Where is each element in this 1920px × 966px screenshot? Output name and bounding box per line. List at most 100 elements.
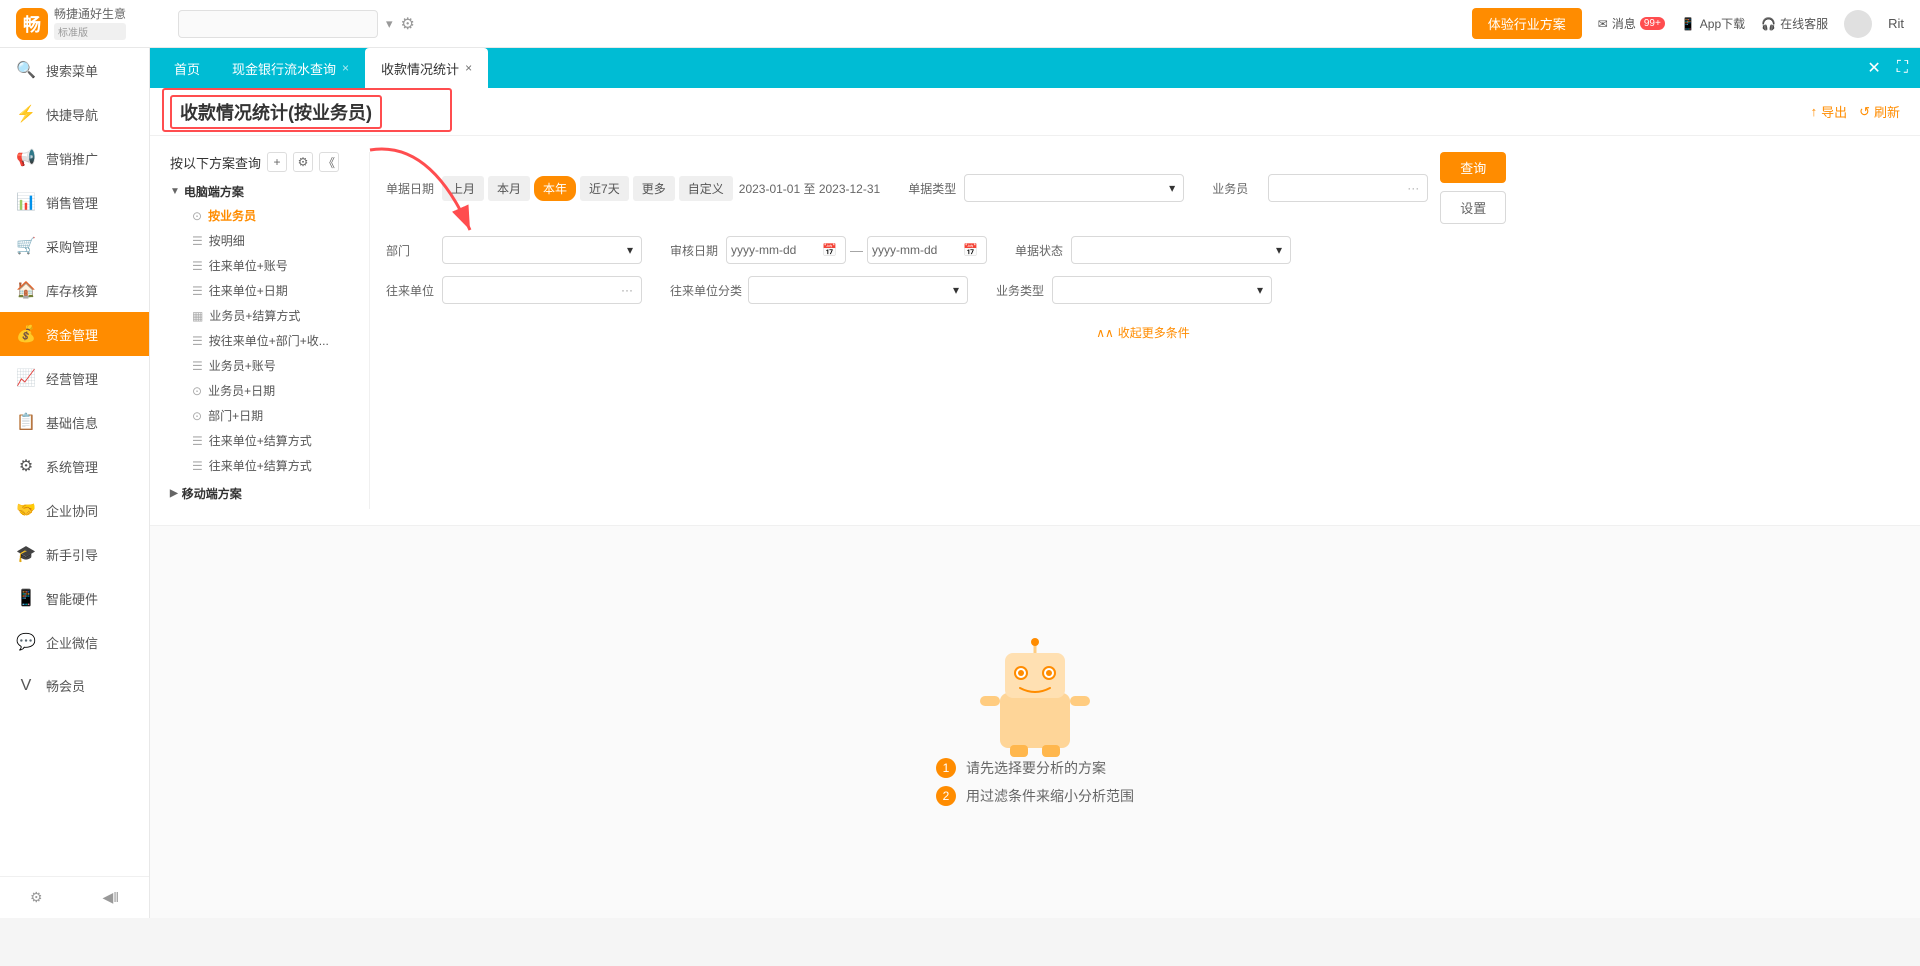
sidebar-collapse-btn[interactable]: ◀‖	[94, 885, 127, 910]
date-btn-上月[interactable]: 上月	[442, 176, 484, 201]
sidebar-item-11[interactable]: 🎓 新手引导	[0, 532, 149, 576]
scheme-item-8[interactable]: ⊙ 部门+日期	[186, 403, 357, 428]
messages-badge: 99+	[1640, 17, 1665, 30]
sidebar-item-14[interactable]: V 畅会员	[0, 664, 149, 707]
scheme-group-mobile-title[interactable]: ▶ 移动端方案	[170, 482, 357, 505]
sidebar-item-10[interactable]: 🤝 企业协同	[0, 488, 149, 532]
scheme-item-9[interactable]: ☰ 往来单位+结算方式	[186, 428, 357, 453]
scheme-panel-header: 按以下方案查询 + ⚙ 《	[170, 152, 357, 172]
sidebar-label-10: 企业协同	[46, 501, 98, 520]
sidebar-settings-btn[interactable]: ⚙	[22, 885, 51, 910]
collapse-icon: ∧∧	[1096, 326, 1114, 340]
sidebar-item-3[interactable]: 📊 销售管理	[0, 180, 149, 224]
tab-close-all-btn[interactable]: ✕	[1863, 54, 1884, 82]
counterparty-cat-select[interactable]: ▾	[748, 276, 968, 304]
query-button[interactable]: 查询	[1440, 152, 1506, 183]
dropdown-icon[interactable]: ▾	[386, 16, 393, 32]
scheme-item-10[interactable]: ☰ 往来单位+结算方式	[186, 453, 357, 478]
scheme-item-0[interactable]: ⊙ 按业务员	[186, 203, 357, 228]
tab-home[interactable]: 首页	[158, 48, 216, 88]
tab-cashflow-label: 现金银行流水查询	[232, 59, 336, 78]
filter-form: 单据日期 上月本月本年近7天更多自定义 2023-01-01 至 2023-12…	[386, 152, 1900, 509]
collapse-scheme-btn[interactable]: 《	[319, 152, 339, 172]
audit-date-label: 审核日期	[670, 242, 720, 259]
logo-badge: 标准版	[54, 23, 126, 40]
tab-collection[interactable]: 收款情况统计 ×	[365, 48, 488, 88]
calendar-icon-2: 📅	[963, 243, 978, 257]
scheme-item-7[interactable]: ⊙ 业务员+日期	[186, 378, 357, 403]
scheme-item-3[interactable]: ☰ 往来单位+日期	[186, 278, 357, 303]
counterparty-select[interactable]: ···	[442, 276, 642, 304]
scheme-item-6[interactable]: ☰ 业务员+账号	[186, 353, 357, 378]
tab-cashflow[interactable]: 现金银行流水查询 ×	[216, 48, 365, 88]
export-button[interactable]: ↑ 导出	[1811, 102, 1848, 121]
date-btn-本年[interactable]: 本年	[534, 176, 576, 201]
sidebar-item-8[interactable]: 📋 基础信息	[0, 400, 149, 444]
sidebar-label-2: 营销推广	[46, 149, 98, 168]
sidebar-item-9[interactable]: ⚙ 系统管理	[0, 444, 149, 488]
sidebar-item-2[interactable]: 📢 营销推广	[0, 136, 149, 180]
scheme-item-1[interactable]: ☰ 按明细	[186, 228, 357, 253]
step1-text: 请先选择要分析的方案	[966, 758, 1106, 778]
date-field: 单据日期 上月本月本年近7天更多自定义 2023-01-01 至 2023-12…	[386, 176, 880, 201]
refresh-button[interactable]: ↺ 刷新	[1859, 102, 1900, 121]
date-btn-自定义[interactable]: 自定义	[679, 176, 733, 201]
dept-select[interactable]: ▾	[442, 236, 642, 264]
biz-type-arrow: ▾	[1257, 283, 1263, 297]
sidebar-label-13: 企业微信	[46, 633, 98, 652]
scheme-group-desktop-title[interactable]: ▼ 电脑端方案	[170, 180, 357, 203]
sidebar-item-5[interactable]: 🏠 库存核算	[0, 268, 149, 312]
sidebar-label-4: 采购管理	[46, 237, 98, 256]
single-type-select[interactable]: ▾	[964, 174, 1184, 202]
single-status-select[interactable]: ▾	[1071, 236, 1291, 264]
sidebar-item-12[interactable]: 📱 智能硬件	[0, 576, 149, 620]
sidebar-item-0[interactable]: 🔍 搜索菜单	[0, 48, 149, 92]
scheme-item-4[interactable]: ▦ 业务员+结算方式	[186, 303, 357, 328]
sidebar-icon-11: 🎓	[16, 544, 36, 564]
biz-type-select[interactable]: ▾	[1052, 276, 1272, 304]
messages-label: 消息	[1612, 15, 1636, 32]
settings-button[interactable]: 设置	[1440, 191, 1506, 224]
counterparty-more[interactable]: ···	[621, 283, 633, 297]
settings-scheme-btn[interactable]: ⚙	[293, 152, 313, 172]
date-btn-本月[interactable]: 本月	[488, 176, 530, 201]
app-download-item[interactable]: 📱 App下载	[1681, 15, 1745, 32]
tab-right-buttons: ✕ ⛶	[1863, 54, 1912, 82]
top-header: 畅 畅捷通好生意 标准版 ▾ ⚙ 体验行业方案 ✉ 消息 99+ 📱 App下载…	[0, 0, 1920, 48]
tab-cashflow-close[interactable]: ×	[342, 61, 349, 75]
scheme-icon-1: ☰	[192, 234, 203, 248]
messages-item[interactable]: ✉ 消息 99+	[1598, 15, 1665, 32]
counterparty-label: 往来单位	[386, 282, 436, 299]
sidebar-icon-3: 📊	[16, 192, 36, 212]
user-avatar[interactable]	[1844, 10, 1872, 38]
gear-icon[interactable]: ⚙	[401, 14, 415, 34]
scheme-group-desktop: ▼ 电脑端方案 ⊙ 按业务员 ☰ 按明细 ☰ 往来单位+账号 ☰ 往来单位+日期…	[170, 180, 357, 478]
tab-collection-close[interactable]: ×	[465, 61, 472, 75]
sidebar-item-7[interactable]: 📈 经营管理	[0, 356, 149, 400]
date-btn-近7天[interactable]: 近7天	[580, 176, 629, 201]
date-buttons-group: 上月本月本年近7天更多自定义	[442, 176, 733, 201]
sidebar-icon-4: 🛒	[16, 236, 36, 256]
search-input[interactable]	[178, 10, 378, 38]
audit-date-start[interactable]: yyyy-mm-dd 📅	[726, 236, 846, 264]
add-scheme-btn[interactable]: +	[267, 152, 287, 172]
sidebar-item-1[interactable]: ⚡ 快捷导航	[0, 92, 149, 136]
trial-button[interactable]: 体验行业方案	[1472, 8, 1582, 39]
sidebar-item-4[interactable]: 🛒 采购管理	[0, 224, 149, 268]
scheme-item-2[interactable]: ☰ 往来单位+账号	[186, 253, 357, 278]
collapse-label: 收起更多条件	[1118, 324, 1190, 341]
scheme-item-5[interactable]: ☰ 按往来单位+部门+收...	[186, 328, 357, 353]
collapse-row[interactable]: ∧∧ 收起更多条件	[386, 316, 1900, 349]
date-btn-更多[interactable]: 更多	[633, 176, 675, 201]
scheme-label-0: 按业务员	[208, 207, 256, 224]
scheme-icon-6: ☰	[192, 359, 203, 373]
sidebar-item-13[interactable]: 💬 企业微信	[0, 620, 149, 664]
online-service-item[interactable]: 🎧 在线客服	[1761, 15, 1828, 32]
audit-date-end[interactable]: yyyy-mm-dd 📅	[867, 236, 987, 264]
tab-expand-btn[interactable]: ⛶	[1893, 55, 1912, 81]
tab-collection-label: 收款情况统计	[381, 59, 459, 78]
salesman-select[interactable]: ···	[1268, 174, 1428, 202]
user-name: Rit	[1888, 16, 1904, 31]
scheme-label-4: 业务员+结算方式	[209, 307, 300, 324]
sidebar-item-6[interactable]: 💰 资金管理	[0, 312, 149, 356]
